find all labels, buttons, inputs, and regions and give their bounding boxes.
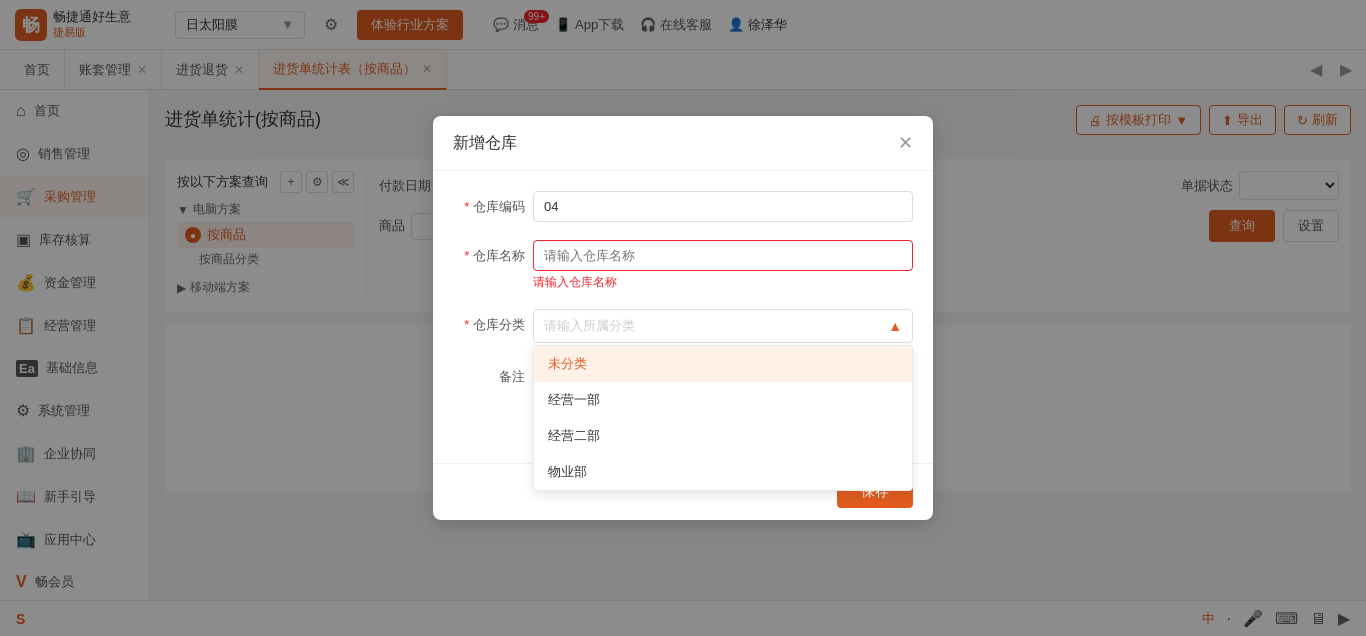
name-input[interactable] [533,240,913,271]
code-required-star: * [464,199,469,214]
name-error-msg: 请输入仓库名称 [533,274,913,291]
dropdown-item-1[interactable]: 经营一部 [534,382,912,418]
modal-title: 新增仓库 [453,133,517,154]
code-input[interactable] [533,191,913,222]
name-required-star: * [464,248,469,263]
category-dropdown: 未分类 经营一部 经营二部 物业部 [533,345,913,491]
category-required-star: * [464,317,469,332]
category-select-input[interactable]: 请输入所属分类 ▲ [533,309,913,343]
category-placeholder: 请输入所属分类 [544,317,635,335]
modal-body: * 仓库编码 * 仓库名称 请输入仓库名称 * 仓库分类 [433,171,933,463]
category-chevron-icon: ▲ [888,318,902,334]
notes-label: 备注 [499,369,525,384]
name-label: 仓库名称 [473,248,525,263]
modal-row-name: * 仓库名称 请输入仓库名称 [453,240,913,291]
code-label: 仓库编码 [473,199,525,214]
category-select-wrap: 请输入所属分类 ▲ 未分类 经营一部 经营二部 物业部 [533,309,913,343]
dropdown-item-3[interactable]: 物业部 [534,454,912,490]
category-label: 仓库分类 [473,317,525,332]
modal-row-code: * 仓库编码 [453,191,913,222]
new-warehouse-modal: 新增仓库 ✕ * 仓库编码 * 仓库名称 请输入仓库名称 [433,116,933,520]
modal-close-icon[interactable]: ✕ [898,132,913,154]
dropdown-item-2[interactable]: 经营二部 [534,418,912,454]
modal-row-category: * 仓库分类 请输入所属分类 ▲ 未分类 经营一部 经营二部 物业部 [453,309,913,343]
dropdown-item-0[interactable]: 未分类 [534,346,912,382]
modal-header: 新增仓库 ✕ [433,116,933,171]
